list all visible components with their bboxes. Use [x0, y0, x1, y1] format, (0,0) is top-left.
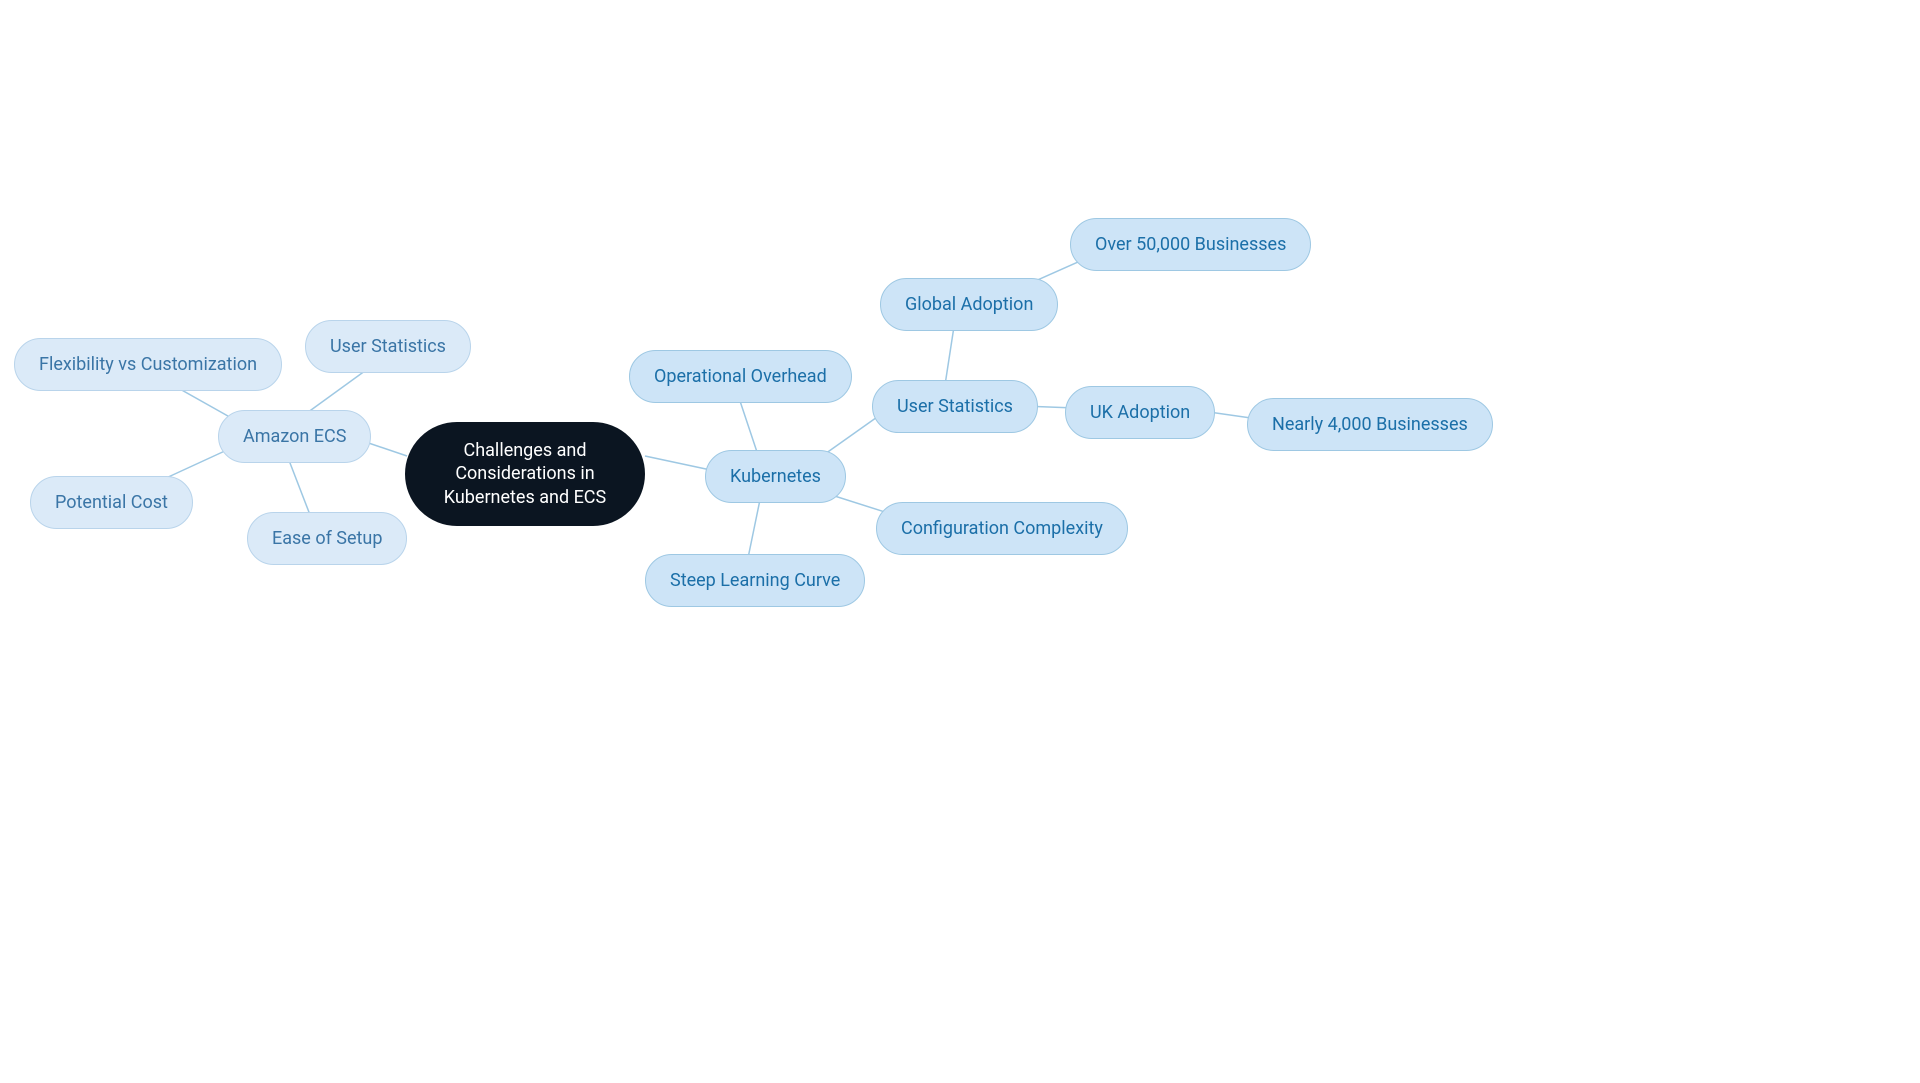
node-global-value[interactable]: Over 50,000 Businesses: [1070, 218, 1311, 271]
node-operational-overhead[interactable]: Operational Overhead: [629, 350, 852, 403]
root-node[interactable]: Challenges and Considerations in Kuberne…: [405, 422, 645, 526]
node-potential-cost[interactable]: Potential Cost: [30, 476, 193, 529]
node-global-adoption[interactable]: Global Adoption: [880, 278, 1058, 331]
node-ecs-user-statistics[interactable]: User Statistics: [305, 320, 471, 373]
node-flexibility-customization[interactable]: Flexibility vs Customization: [14, 338, 282, 391]
node-k8s-user-statistics[interactable]: User Statistics: [872, 380, 1038, 433]
node-amazon-ecs[interactable]: Amazon ECS: [218, 410, 371, 463]
node-configuration-complexity[interactable]: Configuration Complexity: [876, 502, 1128, 555]
node-steep-learning-curve[interactable]: Steep Learning Curve: [645, 554, 865, 607]
node-ease-of-setup[interactable]: Ease of Setup: [247, 512, 407, 565]
node-kubernetes[interactable]: Kubernetes: [705, 450, 846, 503]
node-uk-adoption[interactable]: UK Adoption: [1065, 386, 1215, 439]
mindmap-canvas: Challenges and Considerations in Kuberne…: [0, 0, 1920, 1083]
node-uk-value[interactable]: Nearly 4,000 Businesses: [1247, 398, 1493, 451]
